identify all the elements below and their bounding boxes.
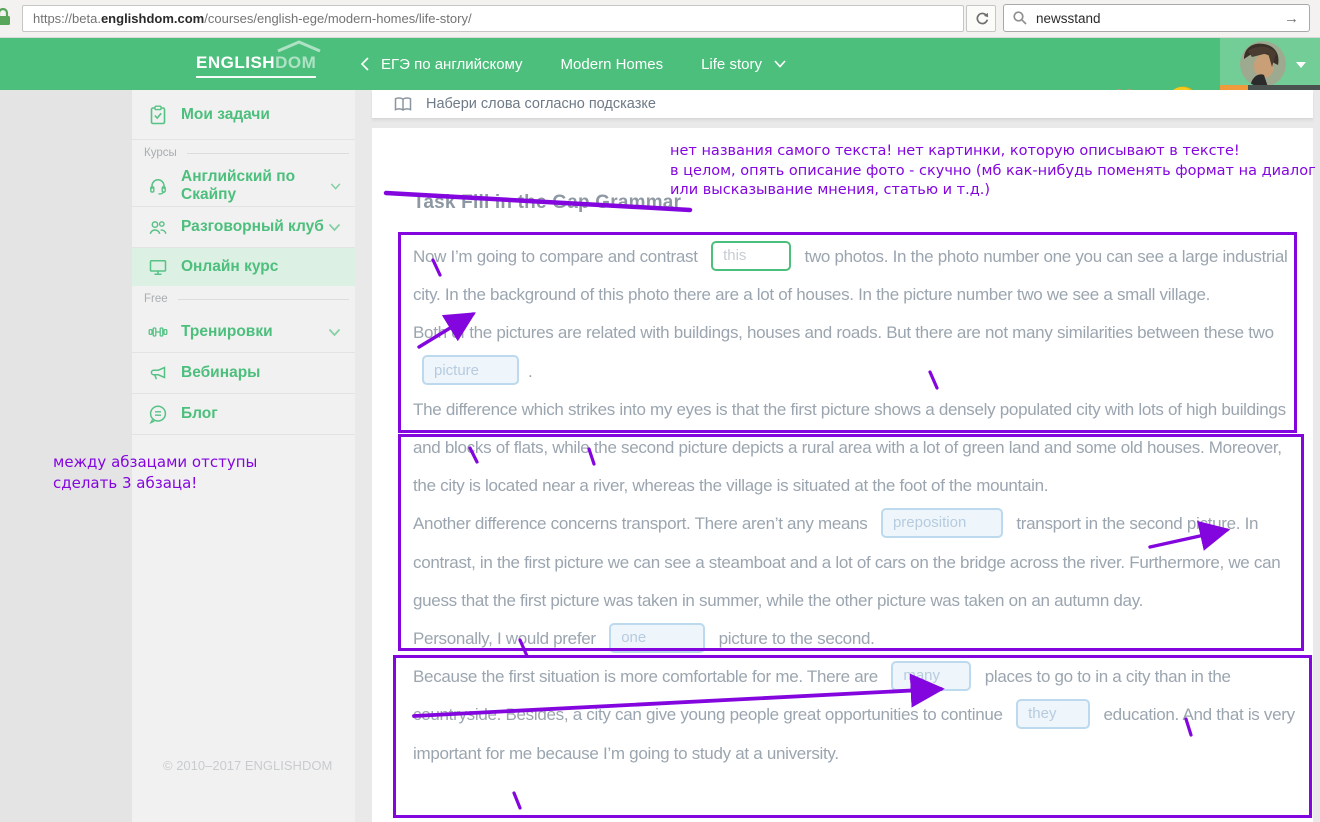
- breadcrumb-back-label: ЕГЭ по английскому: [381, 55, 523, 73]
- page-title: Task Fill in the Gap Grammar: [413, 192, 682, 213]
- breadcrumb-lesson[interactable]: Life story: [701, 56, 786, 73]
- sidebar-item-label: Английский по Скайпу: [181, 168, 296, 203]
- book-icon: [394, 96, 412, 111]
- breadcrumb-lesson-label: Life story: [701, 55, 762, 73]
- headset-icon: [150, 179, 166, 195]
- reload-button[interactable]: [966, 5, 996, 32]
- url-scheme: https://: [33, 11, 73, 26]
- sidebar-section-courses: Курсы: [132, 140, 355, 166]
- url-domain: englishdom.com: [100, 11, 205, 26]
- clipboard-check-icon: [150, 105, 166, 124]
- chat-bubble-icon: [149, 405, 167, 424]
- paragraph: The difference which strikes into my eye…: [413, 399, 1286, 496]
- browser-search[interactable]: newsstand →: [1003, 4, 1310, 32]
- chevron-down-icon: [328, 328, 341, 336]
- sidebar-section-free: Free: [132, 286, 355, 312]
- megaphone-icon: [150, 366, 166, 380]
- gap-input-this[interactable]: [711, 240, 792, 271]
- url-bar[interactable]: https://beta.englishdom.com/courses/engl…: [22, 5, 964, 32]
- screen: https://beta.englishdom.com/courses/engl…: [0, 0, 1320, 822]
- sidebar: Мои задачи Курсы Английский по Скайпу Ра…: [132, 90, 355, 822]
- gap-input-many[interactable]: [891, 660, 972, 691]
- lesson-content: Task Fill in the Gap Grammar Now I’m goi…: [372, 128, 1313, 822]
- paragraph: Personally, I would prefer picture to th…: [413, 620, 1308, 658]
- gap-input-preposition[interactable]: [880, 507, 1003, 538]
- copyright: © 2010–2017 ENGLISHDOM: [163, 758, 333, 773]
- paragraph: Because the first situation is more comf…: [413, 658, 1308, 773]
- chevron-down-icon: [330, 182, 341, 190]
- search-go-icon[interactable]: →: [1282, 10, 1301, 27]
- dumbbell-icon: [148, 327, 168, 337]
- search-icon: [1013, 11, 1027, 25]
- sidebar-item-skype-english[interactable]: Английский по Скайпу: [132, 166, 355, 207]
- url-path: /courses/english-ege/modern-homes/life-s…: [204, 11, 472, 26]
- sidebar-item-label: Блог: [181, 405, 218, 422]
- sidebar-item-webinars[interactable]: Вебинары: [132, 353, 355, 394]
- sidebar-item-trainings[interactable]: Тренировки: [132, 312, 355, 353]
- gap-input-one[interactable]: [609, 622, 706, 653]
- exercise-text: Now I’m going to compare and contrast tw…: [413, 238, 1308, 773]
- chevron-left-icon: [360, 57, 369, 71]
- breadcrumb: ЕГЭ по английскому Modern Homes Life sto…: [360, 38, 786, 90]
- users-icon: [149, 221, 167, 235]
- browser-toolbar: https://beta.englishdom.com/courses/engl…: [0, 0, 1320, 38]
- chevron-down-icon: [774, 60, 786, 68]
- sidebar-item-blog[interactable]: Блог: [132, 394, 355, 435]
- chevron-down-icon: [328, 223, 341, 231]
- paragraph: Now I’m going to compare and contrast tw…: [413, 238, 1308, 314]
- sidebar-item-label: Тренировки: [181, 323, 273, 340]
- paragraph: Both of the pictures are related with bu…: [413, 314, 1308, 390]
- monitor-icon: [149, 260, 167, 276]
- search-query: newsstand: [1036, 10, 1101, 26]
- sidebar-item-label: Онлайн курс: [181, 258, 279, 275]
- avatar[interactable]: [1240, 41, 1286, 87]
- gap-input-they[interactable]: [1016, 698, 1091, 729]
- paragraph: Another difference concerns transport. T…: [413, 505, 1308, 620]
- site-header: ENGLISHDOM ЕГЭ по английскому Modern Hom…: [0, 38, 1320, 118]
- sidebar-item-label: Вебинары: [181, 364, 261, 381]
- breadcrumb-course-label: Modern Homes: [560, 55, 664, 73]
- logo[interactable]: ENGLISHDOM: [196, 40, 321, 78]
- task-title-bar: Набери слова согласно подсказке: [372, 90, 1313, 118]
- breadcrumb-course[interactable]: Modern Homes: [561, 56, 664, 73]
- chevron-down-icon: [1296, 62, 1306, 68]
- logo-roof-icon: [277, 40, 321, 53]
- reload-icon: [976, 12, 988, 25]
- logo-dom: DOM: [275, 53, 317, 72]
- padlock-icon: [0, 7, 10, 25]
- task-title: Набери слова согласно подсказке: [426, 96, 656, 112]
- user-menu[interactable]: [1220, 38, 1320, 90]
- sidebar-item-speaking-club[interactable]: Разговорный клуб: [132, 207, 355, 248]
- gap-input-picture[interactable]: [422, 355, 519, 386]
- page-gutter: [0, 90, 132, 822]
- url-subdomain: beta.: [72, 11, 101, 26]
- sidebar-item-label: Разговорный клуб: [181, 218, 324, 235]
- logo-english: ENGLISH: [196, 53, 276, 72]
- breadcrumb-back[interactable]: ЕГЭ по английскому: [360, 56, 523, 73]
- sidebar-item-my-tasks[interactable]: Мои задачи: [132, 90, 355, 140]
- sidebar-item-online-course[interactable]: Онлайн курс: [132, 248, 355, 286]
- sidebar-item-label: Мои задачи: [181, 105, 270, 123]
